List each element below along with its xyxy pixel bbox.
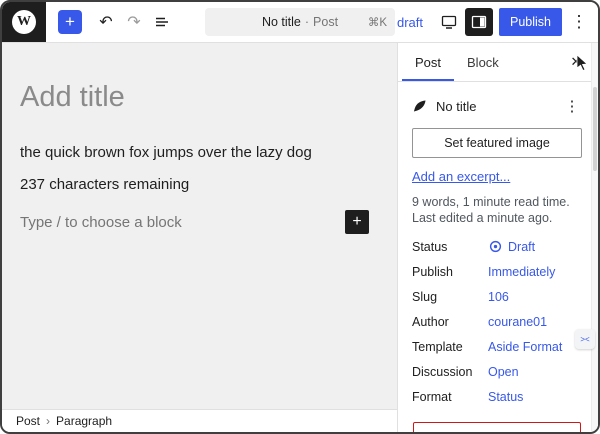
- breadcrumb-post[interactable]: Post: [16, 414, 40, 428]
- list-view-icon: [156, 17, 168, 27]
- sidebar-tabs: Post Block ✕: [398, 43, 598, 82]
- document-separator: ·: [304, 15, 310, 29]
- options-menu-button[interactable]: ⋮: [568, 12, 590, 32]
- field-label: Author: [412, 314, 449, 329]
- field-label: Status: [412, 239, 448, 254]
- discussion-button[interactable]: Open: [488, 365, 519, 379]
- close-icon: ✕: [570, 54, 582, 69]
- field-row-publish: Publish Immediately: [412, 259, 582, 284]
- set-featured-image-button[interactable]: Set featured image: [412, 128, 582, 158]
- document-type: Post: [313, 15, 339, 29]
- redo-button[interactable]: ↷: [120, 8, 148, 36]
- move-to-trash-button[interactable]: [413, 422, 581, 432]
- field-label: Publish: [412, 264, 453, 279]
- publish-date-button[interactable]: Immediately: [488, 265, 555, 279]
- draft-status-icon: [489, 240, 502, 253]
- block-appender-row: Type / to choose a block +: [20, 210, 379, 234]
- post-card-title: No title: [436, 98, 477, 114]
- wordpress-logo[interactable]: W: [2, 2, 46, 42]
- drag-handle[interactable]: ><: [575, 329, 595, 349]
- paragraph-block[interactable]: the quick brown fox jumps over the lazy …: [20, 144, 379, 161]
- field-label: Template: [412, 339, 463, 354]
- document-bar[interactable]: No title · Post ⌘K: [205, 8, 395, 36]
- tab-block[interactable]: Block: [454, 43, 512, 81]
- post-card-menu-button[interactable]: ⋮: [562, 97, 582, 115]
- tab-post[interactable]: Post: [402, 43, 454, 81]
- wordpress-logo-icon: W: [12, 10, 36, 34]
- document-title: No title: [261, 15, 301, 29]
- publish-button[interactable]: Publish: [499, 8, 562, 36]
- plus-icon: +: [352, 213, 362, 230]
- preview-button[interactable]: [435, 8, 463, 36]
- field-row-format: Format Status: [412, 384, 582, 409]
- field-label: Slug: [412, 289, 438, 304]
- post-summary-panel: No title ⋮ Set featured image Add an exc…: [398, 82, 598, 432]
- last-edited-text: Last edited a minute ago.: [412, 211, 553, 225]
- undo-button[interactable]: ↶: [92, 8, 120, 36]
- plus-icon: +: [65, 12, 75, 31]
- list-view-button[interactable]: [148, 8, 176, 36]
- editor-canvas[interactable]: Add title the quick brown fox jumps over…: [2, 43, 397, 409]
- field-row-template: Template Aside Format: [412, 334, 582, 359]
- characters-remaining-block[interactable]: 237 characters remaining: [20, 176, 379, 193]
- field-row-author: Author courane01: [412, 309, 582, 334]
- field-row-discussion: Discussion Open: [412, 359, 582, 384]
- post-feather-icon: [413, 100, 426, 112]
- breadcrumb-bar: Post › Paragraph: [2, 409, 397, 432]
- editor-main-column: Add title the quick brown fox jumps over…: [2, 43, 397, 432]
- post-title-input[interactable]: Add title: [20, 81, 379, 114]
- sidebar-toggle-icon: [471, 15, 487, 29]
- editor-window: W + ↶ ↷ No title · Post ⌘K Save draft: [0, 0, 600, 434]
- close-sidebar-button[interactable]: ✕: [564, 43, 588, 81]
- word-count-text: 9 words, 1 minute read time.: [412, 195, 570, 209]
- drag-handle-icon: ><: [580, 334, 590, 344]
- field-label: Format: [412, 389, 452, 404]
- scrollbar-thumb[interactable]: [593, 87, 597, 171]
- top-toolbar: W + ↶ ↷ No title · Post ⌘K Save draft: [2, 2, 598, 43]
- command-shortcut: ⌘K: [367, 17, 387, 29]
- redo-icon: ↷: [127, 14, 141, 31]
- preview-monitor-icon: [441, 15, 457, 29]
- block-inserter-button[interactable]: +: [58, 10, 82, 34]
- sidebar-scrollbar[interactable]: [591, 43, 598, 432]
- add-excerpt-link[interactable]: Add an excerpt...: [412, 169, 510, 184]
- add-block-button[interactable]: +: [345, 210, 369, 234]
- undo-icon: ↶: [99, 14, 113, 31]
- post-fields: Status Draft Publish Immediately Slug 10…: [412, 234, 582, 409]
- block-appender-placeholder[interactable]: Type / to choose a block: [20, 214, 182, 231]
- field-row-status: Status Draft: [412, 234, 582, 259]
- field-row-slug: Slug 106: [412, 284, 582, 309]
- field-label: Discussion: [412, 364, 473, 379]
- post-card: No title ⋮: [412, 94, 582, 118]
- settings-sidebar: Post Block ✕ No title ⋮ Set featured ima…: [397, 43, 598, 432]
- author-button[interactable]: courane01: [488, 315, 547, 329]
- template-button[interactable]: Aside Format: [488, 340, 562, 354]
- settings-sidebar-toggle[interactable]: [465, 8, 493, 36]
- format-button[interactable]: Status: [488, 390, 523, 404]
- status-value-button[interactable]: Draft: [488, 239, 535, 254]
- editor-body: Add title the quick brown fox jumps over…: [2, 43, 598, 432]
- slug-button[interactable]: 106: [488, 290, 509, 304]
- status-value: Draft: [508, 239, 536, 254]
- breadcrumb-paragraph: Paragraph: [56, 414, 113, 428]
- toolbar-right-group: Save draft Publish ⋮: [360, 8, 598, 36]
- chevron-right-icon: ›: [46, 414, 51, 428]
